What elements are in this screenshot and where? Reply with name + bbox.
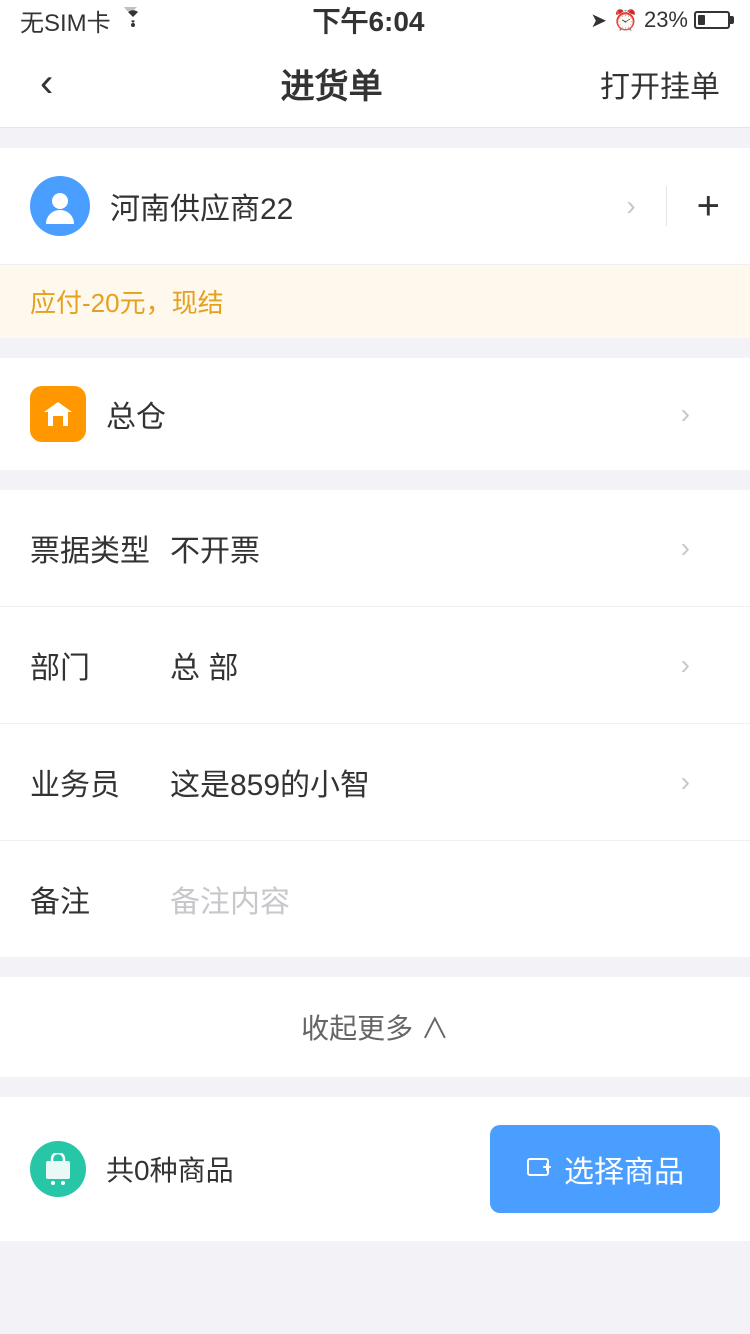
bottom-bar: 共0种商品 选择商品 <box>0 1097 750 1241</box>
product-count-text: 共0种商品 <box>106 1149 234 1189</box>
supplier-section: 河南供应商22 › + 应付-20元，现结 <box>0 148 750 338</box>
warehouse-name: 总仓 <box>106 392 681 436</box>
supplier-row[interactable]: 河南供应商22 › + <box>0 148 750 265</box>
department-row[interactable]: 部门 总 部 › <box>0 607 750 724</box>
remark-input[interactable]: 备注内容 <box>170 877 720 921</box>
select-product-icon <box>526 1155 554 1183</box>
alarm-icon: ⏰ <box>613 8 638 33</box>
notice-bar: 应付-20元，现结 <box>0 265 750 338</box>
department-chevron-icon: › <box>681 649 690 681</box>
add-supplier-button[interactable]: + <box>697 184 720 229</box>
status-bar-left: 无SIM卡 <box>20 3 147 38</box>
salesman-chevron-icon: › <box>681 766 690 798</box>
invoice-type-label: 票据类型 <box>30 526 170 570</box>
page-title: 进货单 <box>281 59 383 108</box>
home-icon <box>42 398 74 430</box>
battery-icon <box>694 11 730 29</box>
select-product-label: 选择商品 <box>564 1147 684 1191</box>
invoice-type-value: 不开票 <box>170 526 681 570</box>
invoice-chevron-icon: › <box>681 532 690 564</box>
separator-top <box>0 128 750 148</box>
back-button[interactable]: ‹ <box>30 51 63 116</box>
chevron-right-icon: › <box>626 190 635 222</box>
form-section: 票据类型 不开票 › 部门 总 部 › 业务员 这是859的小智 › 备注 备注… <box>0 490 750 957</box>
vertical-divider <box>666 186 667 226</box>
status-bar-right: ➤ ⏰ 23% <box>590 7 730 33</box>
status-bar: 无SIM卡 下午6:04 ➤ ⏰ 23% <box>0 0 750 40</box>
salesman-label: 业务员 <box>30 760 170 804</box>
supplier-avatar <box>30 176 90 236</box>
remark-row[interactable]: 备注 备注内容 <box>0 841 750 957</box>
remark-label: 备注 <box>30 877 170 921</box>
invoice-type-row[interactable]: 票据类型 不开票 › <box>0 490 750 607</box>
battery-percent: 23% <box>644 7 688 33</box>
open-pending-button[interactable]: 打开挂单 <box>600 62 720 106</box>
status-time: 下午6:04 <box>312 0 424 40</box>
nav-bar: ‹ 进货单 打开挂单 <box>0 40 750 128</box>
product-count-container: 共0种商品 <box>30 1141 234 1197</box>
select-product-button[interactable]: 选择商品 <box>490 1125 720 1213</box>
warehouse-icon-bg <box>30 386 86 442</box>
warehouse-row[interactable]: 总仓 › <box>0 358 750 470</box>
product-count-icon-bg <box>30 1141 86 1197</box>
location-icon: ➤ <box>590 8 607 33</box>
collapse-button[interactable]: 收起更多 ∧ <box>0 977 750 1077</box>
department-value: 总 部 <box>170 643 681 687</box>
notice-text: 应付-20元，现结 <box>30 288 224 318</box>
department-label: 部门 <box>30 643 170 687</box>
wifi-icon <box>119 6 147 34</box>
warehouse-chevron-icon: › <box>681 398 690 430</box>
supplier-name: 河南供应商22 <box>110 184 626 228</box>
carrier-label: 无SIM卡 <box>20 3 111 38</box>
cart-icon <box>42 1153 74 1185</box>
salesman-row[interactable]: 业务员 这是859的小智 › <box>0 724 750 841</box>
collapse-label: 收起更多 ∧ <box>301 1013 449 1044</box>
person-icon <box>42 188 78 224</box>
salesman-value: 这是859的小智 <box>170 760 681 804</box>
